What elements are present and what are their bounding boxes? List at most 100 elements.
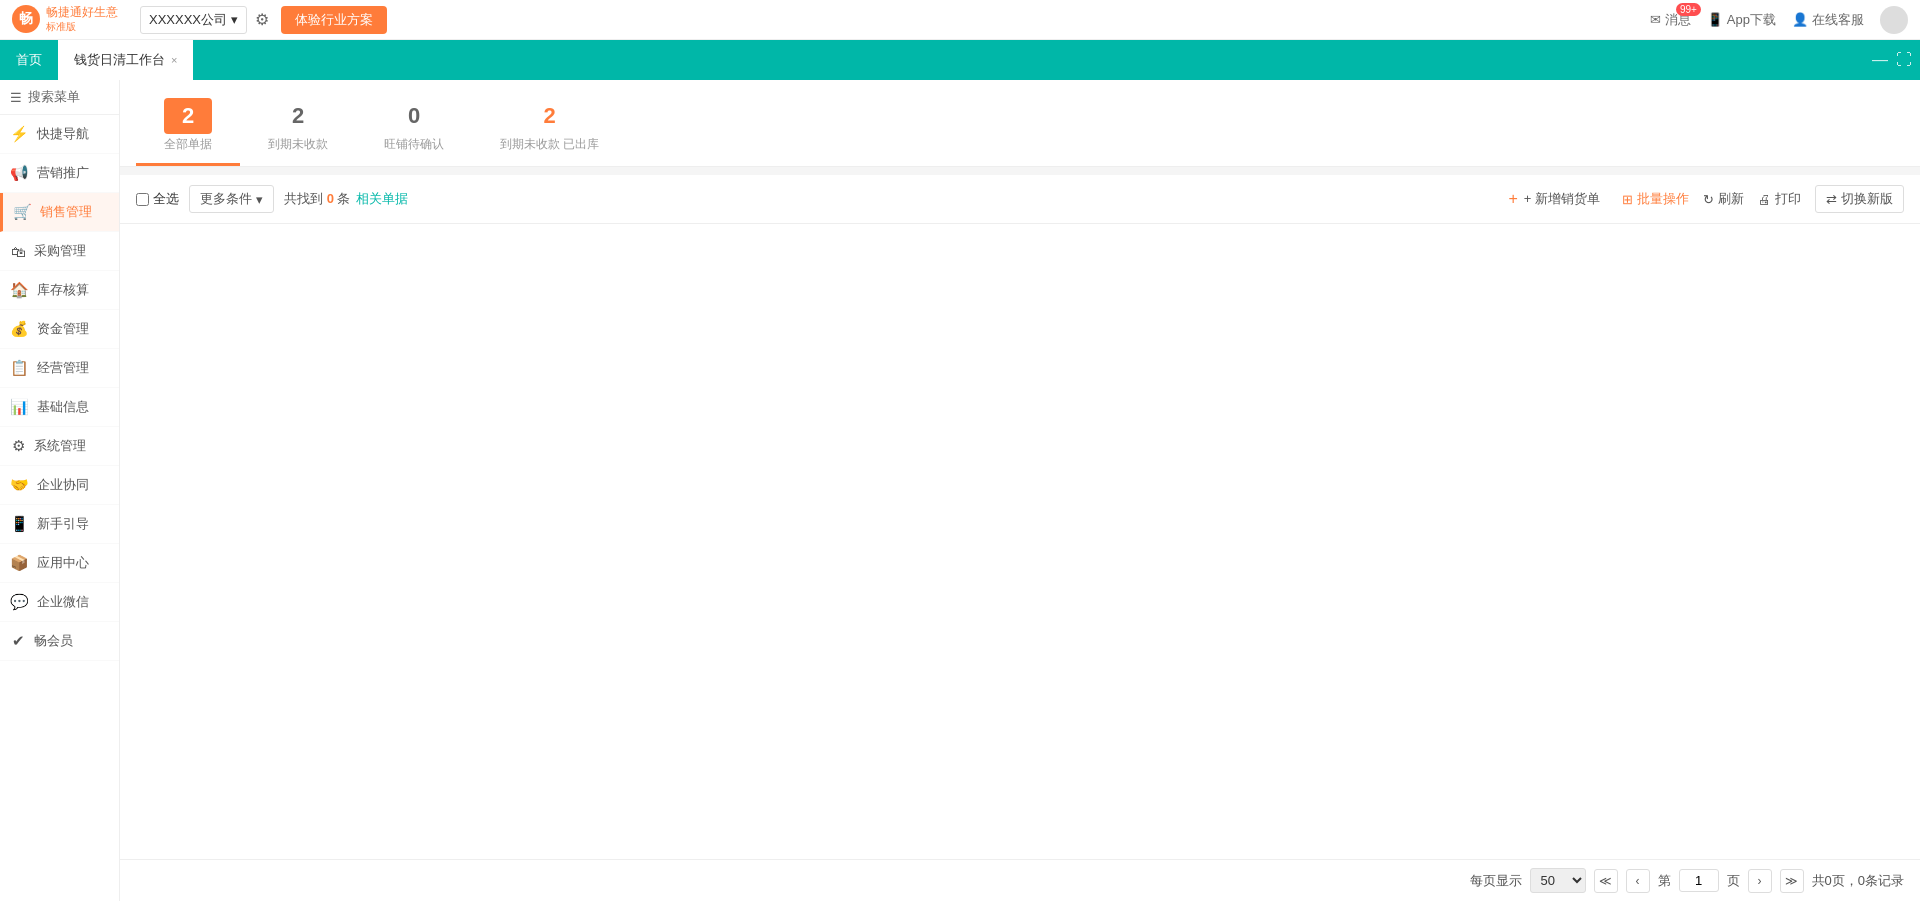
member-label: 畅会员 (34, 632, 73, 650)
logo-text-block: 畅捷通好生意 标准版 (46, 5, 118, 33)
next-page-button[interactable]: › (1748, 869, 1772, 893)
system-icon: ⚙ (10, 437, 26, 455)
table-area (120, 224, 1920, 859)
stat-label-overdue: 到期未收款 (268, 136, 328, 153)
page-size-select[interactable]: 20 50 100 (1530, 868, 1586, 893)
system-label: 系统管理 (34, 437, 86, 455)
stat-num-overdue: 2 (274, 98, 322, 134)
stat-tab-pending[interactable]: 0 旺铺待确认 (356, 92, 472, 166)
sidebar-item-system[interactable]: ⚙ 系统管理 (0, 427, 119, 466)
toolbar: 全选 更多条件 ▾ 共找到 0 条 相关单据 + + 新增销货单 (120, 175, 1920, 224)
corp-wechat-label: 企业微信 (37, 593, 89, 611)
purchase-icon: 🛍 (10, 243, 26, 260)
company-selector[interactable]: XXXXXX公司 ▾ (140, 6, 247, 34)
tab-close-icon[interactable]: × (171, 54, 177, 66)
found-text: 共找到 0 条 相关单据 (284, 190, 408, 208)
refresh-icon: ↻ (1703, 192, 1714, 207)
add-icon: + (1508, 190, 1517, 208)
quick-nav-label: 快捷导航 (37, 125, 89, 143)
sidebar-item-app-center[interactable]: 📦 应用中心 (0, 544, 119, 583)
sidebar-item-member[interactable]: ✔ 畅会员 (0, 622, 119, 661)
switch-icon: ⇄ (1826, 192, 1837, 207)
select-all-checkbox[interactable]: 全选 (136, 190, 179, 208)
toolbar-right: + + 新增销货单 ⊞ 批量操作 ↻ 刷新 🖨 打印 ⇄ 切换新版 (1500, 185, 1904, 213)
prev-page-button[interactable]: ‹ (1626, 869, 1650, 893)
tab-workbench[interactable]: 钱货日清工作台 × (58, 40, 193, 80)
batch-icon: ⊞ (1622, 192, 1633, 207)
tab-expand-button[interactable]: ⛶ (1896, 51, 1912, 69)
found-link[interactable]: 相关单据 (356, 191, 408, 206)
tab-home[interactable]: 首页 (0, 40, 58, 80)
operations-icon: 📋 (10, 359, 29, 377)
refresh-button[interactable]: ↻ 刷新 (1703, 190, 1744, 208)
finance-label: 资金管理 (37, 320, 89, 338)
stat-tab-shipped[interactable]: 2 到期未收款 已出库 (472, 92, 627, 166)
batch-action-button[interactable]: ⊞ 批量操作 (1622, 190, 1689, 208)
stat-num-shipped: 2 (526, 98, 574, 134)
app-download-button[interactable]: 📱 App下载 (1707, 11, 1776, 29)
main-layout: ☰ 搜索菜单 ⚡ 快捷导航 📢 营销推广 🛒 销售管理 🛍 采购管理 🏠 库存核… (0, 80, 1920, 901)
online-service-button[interactable]: 👤 在线客服 (1792, 11, 1864, 29)
purchase-label: 采购管理 (34, 242, 86, 260)
logo-sub: 标准版 (46, 20, 118, 34)
last-page-button[interactable]: ≫ (1780, 869, 1804, 893)
sidebar-item-cooperation[interactable]: 🤝 企业协同 (0, 466, 119, 505)
sidebar-item-operations[interactable]: 📋 经营管理 (0, 349, 119, 388)
sidebar-item-basic-info[interactable]: 📊 基础信息 (0, 388, 119, 427)
logo: 畅 畅捷通好生意 标准版 (12, 5, 132, 33)
print-label: 打印 (1775, 190, 1801, 208)
page-suffix: 页 (1727, 872, 1740, 890)
page-number-input[interactable] (1679, 869, 1719, 892)
marketing-label: 营销推广 (37, 164, 89, 182)
inventory-icon: 🏠 (10, 281, 29, 299)
header-right: ✉ 消息 99+ 📱 App下载 👤 在线客服 (1650, 6, 1908, 34)
settings-icon[interactable]: ⚙ (255, 10, 269, 29)
sidebar-item-marketing[interactable]: 📢 营销推广 (0, 154, 119, 193)
sidebar-item-sales[interactable]: 🛒 销售管理 (0, 193, 119, 232)
stat-tab-overdue[interactable]: 2 到期未收款 (240, 92, 356, 166)
sidebar-item-corp-wechat[interactable]: 💬 企业微信 (0, 583, 119, 622)
guide-label: 新手引导 (37, 515, 89, 533)
guide-icon: 📱 (10, 515, 29, 533)
message-icon: ✉ (1650, 12, 1661, 27)
tab-bar: 首页 钱货日清工作台 × — ⛶ (0, 40, 1920, 80)
avatar[interactable] (1880, 6, 1908, 34)
basic-info-label: 基础信息 (37, 398, 89, 416)
sidebar: ☰ 搜索菜单 ⚡ 快捷导航 📢 营销推广 🛒 销售管理 🛍 采购管理 🏠 库存核… (0, 80, 120, 901)
basic-info-icon: 📊 (10, 398, 29, 416)
sidebar-item-quick-nav[interactable]: ⚡ 快捷导航 (0, 115, 119, 154)
table-empty (136, 240, 1904, 540)
pagination: 每页显示 20 50 100 ≪ ‹ 第 页 › ≫ 共0页，0条记录 (120, 859, 1920, 901)
stat-num-pending: 0 (390, 98, 438, 134)
trial-button[interactable]: 体验行业方案 (281, 6, 387, 34)
tab-workbench-label: 钱货日清工作台 (74, 51, 165, 69)
stat-tab-all[interactable]: 2 全部单据 (136, 92, 240, 166)
sidebar-item-finance[interactable]: 💰 资金管理 (0, 310, 119, 349)
first-page-button[interactable]: ≪ (1594, 869, 1618, 893)
filter-button[interactable]: 更多条件 ▾ (189, 185, 274, 213)
stat-label-pending: 旺铺待确认 (384, 136, 444, 153)
header: 畅 畅捷通好生意 标准版 XXXXXX公司 ▾ ⚙ 体验行业方案 ✉ 消息 99… (0, 0, 1920, 40)
cooperation-icon: 🤝 (10, 476, 29, 494)
filter-chevron-icon: ▾ (256, 192, 263, 207)
toolbar-left: 全选 更多条件 ▾ 共找到 0 条 相关单据 (136, 185, 408, 213)
search-icon: ☰ (10, 90, 22, 105)
sidebar-item-purchase[interactable]: 🛍 采购管理 (0, 232, 119, 271)
filter-label: 更多条件 (200, 190, 252, 208)
switch-new-version-button[interactable]: ⇄ 切换新版 (1815, 185, 1904, 213)
dropdown-icon: ▾ (231, 12, 238, 27)
company-name: XXXXXX公司 (149, 11, 227, 29)
page-size-label: 每页显示 (1470, 872, 1522, 890)
sidebar-item-inventory[interactable]: 🏠 库存核算 (0, 271, 119, 310)
tab-bar-actions: — ⛶ (1872, 51, 1920, 69)
select-all-input[interactable] (136, 193, 149, 206)
sidebar-search[interactable]: ☰ 搜索菜单 (0, 80, 119, 115)
print-button[interactable]: 🖨 打印 (1758, 190, 1801, 208)
select-all-label: 全选 (153, 190, 179, 208)
tab-collapse-button[interactable]: — (1872, 51, 1888, 69)
logo-text: 畅捷通好生意 (46, 5, 118, 19)
finance-icon: 💰 (10, 320, 29, 338)
sidebar-item-guide[interactable]: 📱 新手引导 (0, 505, 119, 544)
add-sales-order-button[interactable]: + + 新增销货单 (1500, 186, 1608, 212)
message-button[interactable]: ✉ 消息 99+ (1650, 11, 1691, 29)
